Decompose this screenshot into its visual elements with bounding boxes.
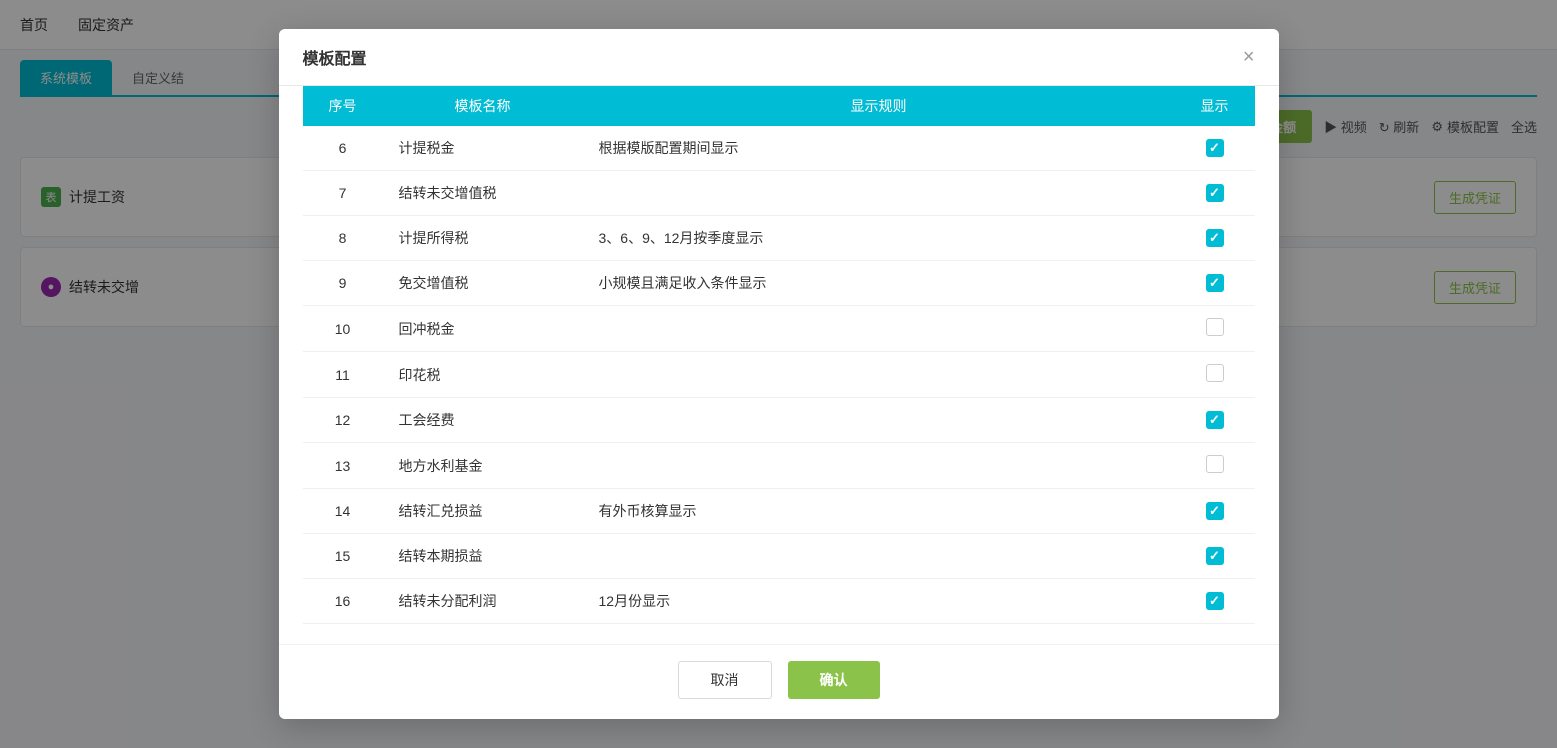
cell-name: 免交增值税 xyxy=(383,261,583,306)
table-row: 8计提所得税3、6、9、12月按季度显示 xyxy=(303,216,1255,261)
modal-body: 序号 模板名称 显示规则 显示 6计提税金根据模版配置期间显示7结转未交增值税8… xyxy=(279,86,1279,644)
modal-close-button[interactable]: × xyxy=(1243,47,1255,67)
cell-name: 工会经费 xyxy=(383,398,583,443)
cell-checkbox[interactable] xyxy=(1175,261,1255,306)
cell-checkbox[interactable] xyxy=(1175,398,1255,443)
cell-seq: 9 xyxy=(303,261,383,306)
modal-title: 模板配置 xyxy=(303,45,367,69)
cell-rule xyxy=(583,306,1175,352)
table-row: 6计提税金根据模版配置期间显示 xyxy=(303,126,1255,171)
col-name: 模板名称 xyxy=(383,86,583,126)
cell-name: 回冲税金 xyxy=(383,306,583,352)
table-row: 13地方水利基金 xyxy=(303,443,1255,489)
cell-name: 印花税 xyxy=(383,352,583,398)
cell-rule: 12月份显示 xyxy=(583,579,1175,624)
cell-seq: 11 xyxy=(303,352,383,398)
cell-seq: 12 xyxy=(303,398,383,443)
checkbox-checked[interactable] xyxy=(1206,184,1224,202)
checkbox-unchecked[interactable] xyxy=(1206,318,1224,336)
table-row: 16结转未分配利润12月份显示 xyxy=(303,579,1255,624)
table-body: 6计提税金根据模版配置期间显示7结转未交增值税8计提所得税3、6、9、12月按季… xyxy=(303,126,1255,624)
checkbox-checked[interactable] xyxy=(1206,502,1224,520)
table-row: 15结转本期损益 xyxy=(303,534,1255,579)
checkbox-checked[interactable] xyxy=(1206,139,1224,157)
cell-seq: 6 xyxy=(303,126,383,171)
checkbox-unchecked[interactable] xyxy=(1206,364,1224,382)
table-row: 12工会经费 xyxy=(303,398,1255,443)
col-rule: 显示规则 xyxy=(583,86,1175,126)
checkbox-checked[interactable] xyxy=(1206,411,1224,429)
modal-header: 模板配置 × xyxy=(279,29,1279,86)
cell-rule: 小规模且满足收入条件显示 xyxy=(583,261,1175,306)
cell-checkbox[interactable] xyxy=(1175,443,1255,489)
cell-rule xyxy=(583,398,1175,443)
cell-rule: 根据模版配置期间显示 xyxy=(583,126,1175,171)
cell-checkbox[interactable] xyxy=(1175,306,1255,352)
cell-seq: 13 xyxy=(303,443,383,489)
table-row: 7结转未交增值税 xyxy=(303,171,1255,216)
checkbox-checked[interactable] xyxy=(1206,547,1224,565)
cancel-button[interactable]: 取消 xyxy=(678,661,772,699)
checkbox-checked[interactable] xyxy=(1206,274,1224,292)
table-row: 11印花税 xyxy=(303,352,1255,398)
table-row: 9免交增值税小规模且满足收入条件显示 xyxy=(303,261,1255,306)
cell-checkbox[interactable] xyxy=(1175,126,1255,171)
cell-name: 地方水利基金 xyxy=(383,443,583,489)
cell-checkbox[interactable] xyxy=(1175,534,1255,579)
cell-seq: 7 xyxy=(303,171,383,216)
cell-rule: 3、6、9、12月按季度显示 xyxy=(583,216,1175,261)
cell-seq: 10 xyxy=(303,306,383,352)
confirm-button[interactable]: 确认 xyxy=(788,661,880,699)
cell-seq: 15 xyxy=(303,534,383,579)
col-display: 显示 xyxy=(1175,86,1255,126)
template-config-modal: 模板配置 × 序号 模板名称 显示规则 显示 6计提税金根据模版配置期间显示7结… xyxy=(279,29,1279,719)
col-seq: 序号 xyxy=(303,86,383,126)
cell-name: 结转汇兑损益 xyxy=(383,489,583,534)
cell-name: 结转本期损益 xyxy=(383,534,583,579)
cell-seq: 14 xyxy=(303,489,383,534)
modal-footer: 取消 确认 xyxy=(279,644,1279,719)
cell-rule xyxy=(583,171,1175,216)
table-header: 序号 模板名称 显示规则 显示 xyxy=(303,86,1255,126)
checkbox-checked[interactable] xyxy=(1206,229,1224,247)
cell-checkbox[interactable] xyxy=(1175,489,1255,534)
cell-name: 计提税金 xyxy=(383,126,583,171)
table-row: 10回冲税金 xyxy=(303,306,1255,352)
cell-seq: 8 xyxy=(303,216,383,261)
cell-name: 计提所得税 xyxy=(383,216,583,261)
cell-rule xyxy=(583,443,1175,489)
cell-rule: 有外币核算显示 xyxy=(583,489,1175,534)
cell-checkbox[interactable] xyxy=(1175,579,1255,624)
cell-name: 结转未交增值税 xyxy=(383,171,583,216)
cell-checkbox[interactable] xyxy=(1175,171,1255,216)
checkbox-unchecked[interactable] xyxy=(1206,455,1224,473)
config-table: 序号 模板名称 显示规则 显示 6计提税金根据模版配置期间显示7结转未交增值税8… xyxy=(303,86,1255,624)
cell-checkbox[interactable] xyxy=(1175,216,1255,261)
table-row: 14结转汇兑损益有外币核算显示 xyxy=(303,489,1255,534)
cell-rule xyxy=(583,534,1175,579)
cell-seq: 16 xyxy=(303,579,383,624)
cell-rule xyxy=(583,352,1175,398)
cell-checkbox[interactable] xyxy=(1175,352,1255,398)
cell-name: 结转未分配利润 xyxy=(383,579,583,624)
checkbox-checked[interactable] xyxy=(1206,592,1224,610)
